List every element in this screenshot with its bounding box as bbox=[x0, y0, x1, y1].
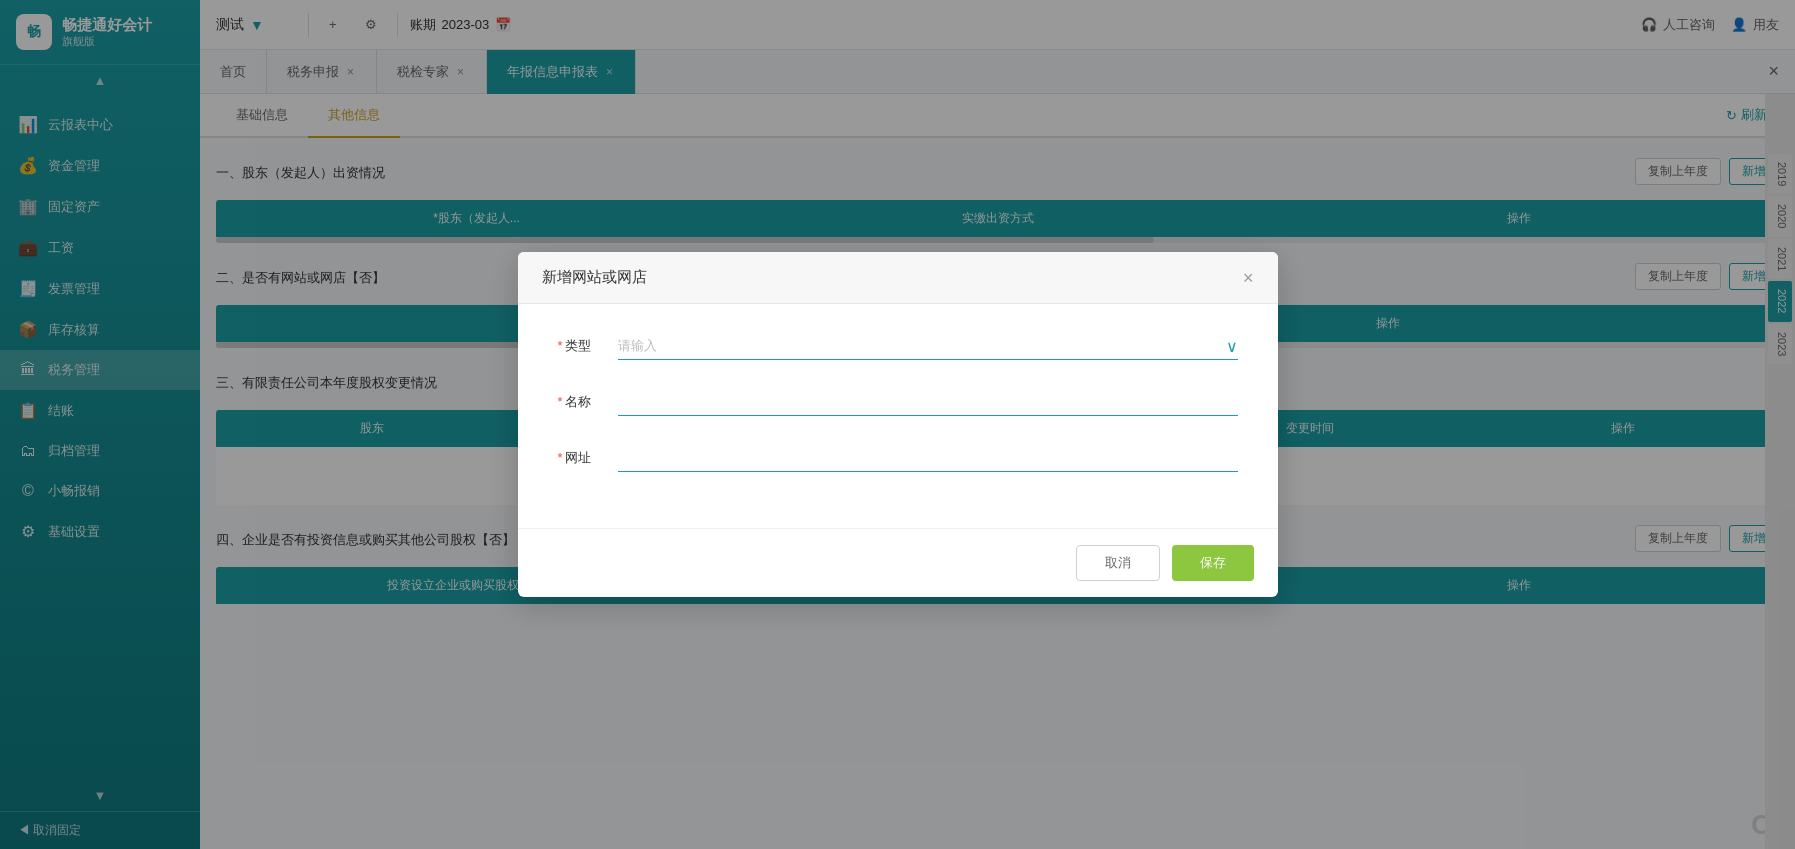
form-control-name bbox=[618, 388, 1238, 416]
form-control-type: ∨ bbox=[618, 332, 1238, 360]
required-marker-name: * bbox=[558, 394, 563, 409]
modal-body: *类型 ∨ *名称 *网址 bbox=[518, 304, 1278, 528]
form-row-url: *网址 bbox=[558, 444, 1238, 472]
name-input[interactable] bbox=[618, 388, 1238, 415]
type-dropdown-icon[interactable]: ∨ bbox=[1226, 336, 1238, 355]
form-row-name: *名称 bbox=[558, 388, 1238, 416]
modal-title: 新增网站或网店 bbox=[542, 268, 647, 287]
form-row-type: *类型 ∨ bbox=[558, 332, 1238, 360]
required-marker-url: * bbox=[558, 450, 563, 465]
form-label-url: *网址 bbox=[558, 449, 618, 467]
form-label-type: *类型 bbox=[558, 337, 618, 355]
form-control-url bbox=[618, 444, 1238, 472]
url-input[interactable] bbox=[618, 444, 1238, 471]
modal-header: 新增网站或网店 × bbox=[518, 252, 1278, 304]
form-label-name: *名称 bbox=[558, 393, 618, 411]
modal-footer: 取消 保存 bbox=[518, 528, 1278, 597]
save-button[interactable]: 保存 bbox=[1172, 545, 1254, 581]
modal-close-button[interactable]: × bbox=[1243, 269, 1254, 287]
modal-overlay[interactable]: 新增网站或网店 × *类型 ∨ *名称 bbox=[0, 0, 1795, 849]
modal-add-website: 新增网站或网店 × *类型 ∨ *名称 bbox=[518, 252, 1278, 597]
type-input[interactable] bbox=[618, 332, 1238, 359]
required-marker-type: * bbox=[558, 338, 563, 353]
cancel-button[interactable]: 取消 bbox=[1076, 545, 1160, 581]
